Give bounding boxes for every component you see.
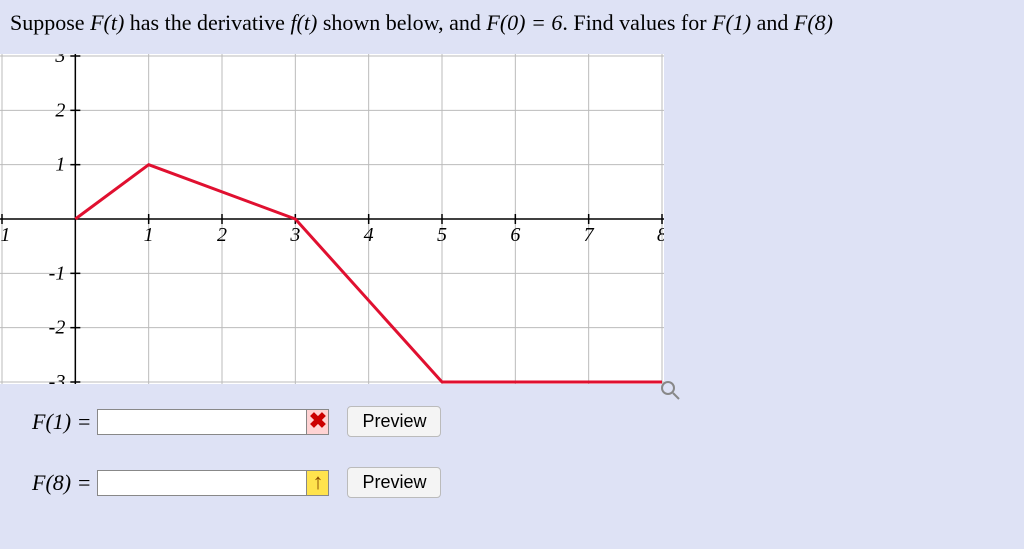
var-F1: F(1) [712,10,751,35]
question-text: Suppose F(t) has the derivative f(t) sho… [0,0,1024,54]
svg-text:5: 5 [437,224,447,246]
var-F8: F(8) [794,10,833,35]
svg-text:-1: -1 [0,224,10,246]
svg-text:8: 8 [657,224,664,246]
answer-input-F1[interactable] [97,409,307,435]
svg-text:2: 2 [55,99,65,121]
preview-button-F1[interactable]: Preview [347,406,441,437]
svg-text:1: 1 [144,224,154,246]
answer-input-F8[interactable] [97,470,307,496]
status-pending-icon: ↑ [307,470,329,496]
initial-condition: F(0) = 6 [486,10,562,35]
answer-row-F1: F(1) = ✖ Preview [32,406,1014,437]
answers-block: F(1) = ✖ Preview F(8) = ↑ Preview [0,384,1024,538]
var-ft: f(t) [290,10,317,35]
svg-text:7: 7 [584,224,595,246]
svg-text:6: 6 [510,224,520,246]
derivative-chart: -1 1 2 3 4 5 6 7 8 -3 -2 -1 1 2 3 [0,54,664,384]
answer-label-F8: F(8) = [32,470,91,496]
question-part: and [751,10,794,35]
var-Ft: F(t) [90,10,124,35]
svg-text:-1: -1 [49,262,66,284]
svg-text:-3: -3 [49,371,66,384]
chart-svg: -1 1 2 3 4 5 6 7 8 -3 -2 -1 1 2 3 [0,54,664,384]
svg-text:1: 1 [55,154,65,176]
question-part: . Find values for [562,10,712,35]
answer-row-F8: F(8) = ↑ Preview [32,467,1014,498]
svg-text:3: 3 [289,224,300,246]
question-part: Suppose [10,10,90,35]
svg-text:2: 2 [217,224,227,246]
preview-button-F8[interactable]: Preview [347,467,441,498]
svg-text:4: 4 [364,224,374,246]
status-wrong-icon: ✖ [307,409,329,435]
question-part: has the derivative [124,10,290,35]
svg-text:3: 3 [54,54,65,67]
answer-label-F1: F(1) = [32,409,91,435]
question-part: shown below, and [317,10,486,35]
svg-text:-2: -2 [49,317,66,339]
